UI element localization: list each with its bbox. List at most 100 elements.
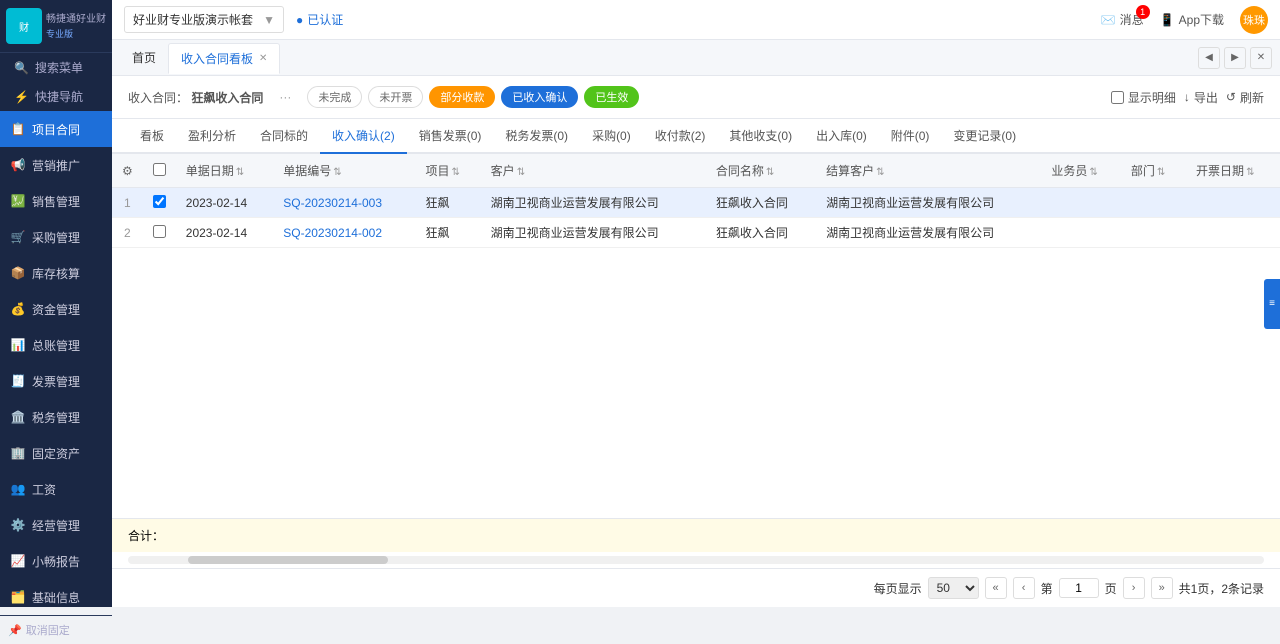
- marketing-icon: 📢: [8, 155, 28, 175]
- row-select-checkbox[interactable]: [153, 225, 166, 238]
- scroll-thumb[interactable]: [188, 556, 388, 564]
- hr-icon: 👥: [8, 479, 28, 499]
- close-icon[interactable]: ✕: [259, 53, 267, 64]
- company-selector[interactable]: 好业财专业版演示帐套 ▼: [124, 6, 284, 33]
- show-detail-input[interactable]: [1111, 91, 1124, 104]
- logo-icon: 财: [6, 8, 42, 44]
- row-salesperson: [1041, 188, 1121, 218]
- row-department: [1121, 218, 1186, 248]
- row-code-link[interactable]: SQ-20230214-002: [283, 226, 382, 240]
- tab-income-contract[interactable]: 收入合同看板 ✕: [168, 43, 280, 74]
- col-contract: 合同名称⇅: [706, 154, 816, 188]
- prev-page-button[interactable]: ‹: [1013, 577, 1035, 599]
- sidebar-item-sales[interactable]: 💹 销售管理: [0, 183, 112, 219]
- tab-next-button[interactable]: ▶: [1224, 47, 1246, 69]
- tab-change-log[interactable]: 变更记录(0): [941, 119, 1028, 154]
- col-salesperson: 业务员⇅: [1041, 154, 1121, 188]
- sidebar: 财 畅捷通好业财 专业版 🔍 搜索菜单 ⚡ 快捷导航 📋 项目合同 📢 营销推广…: [0, 0, 112, 607]
- chevron-down-icon: ▼: [263, 13, 275, 27]
- sidebar-item-project[interactable]: 📋 项目合同: [0, 111, 112, 147]
- first-page-button[interactable]: «: [985, 577, 1007, 599]
- col-settings[interactable]: ⚙: [112, 154, 143, 188]
- status-no-invoice[interactable]: 未开票: [368, 86, 423, 108]
- sidebar-item-hr[interactable]: 👥 工资: [0, 471, 112, 507]
- project-icon: 📋: [8, 119, 28, 139]
- tab-kanban[interactable]: 看板: [128, 119, 176, 154]
- row-code-link[interactable]: SQ-20230214-003: [283, 196, 382, 210]
- tab-subject[interactable]: 合同标的: [248, 119, 320, 154]
- sidebar-bottom: 📌 取消固定: [0, 615, 112, 644]
- tab-purchase[interactable]: 采购(0): [580, 119, 643, 154]
- status-incomplete[interactable]: 未完成: [307, 86, 362, 108]
- main-area: 好业财专业版演示帐套 ▼ 已认证 ✉️ 1 消息 📱 App下载 珠珠 首页: [112, 0, 1280, 607]
- sales-icon: 💹: [8, 191, 28, 211]
- next-page-button[interactable]: ›: [1123, 577, 1145, 599]
- tab-payment[interactable]: 收付款(2): [643, 119, 718, 154]
- contract-actions: 显示明细 ↓ 导出 ↺ 刷新: [1111, 89, 1264, 106]
- sidebar-item-tax[interactable]: 🏛️ 税务管理: [0, 399, 112, 435]
- sidebar-item-purchase[interactable]: 🛒 采购管理: [0, 219, 112, 255]
- row-department: [1121, 188, 1186, 218]
- inventory-icon: 📦: [8, 263, 28, 283]
- side-panel-toggle[interactable]: ≡: [1264, 279, 1280, 329]
- page-number-input[interactable]: [1059, 578, 1099, 598]
- user-avatar[interactable]: 珠珠: [1240, 6, 1268, 34]
- per-page-select[interactable]: 50 100 200: [928, 577, 979, 599]
- sidebar-item-summary[interactable]: 📊 总账管理: [0, 327, 112, 363]
- tab-warehouse[interactable]: 出入库(0): [804, 119, 879, 154]
- tax-icon: 🏛️: [8, 407, 28, 427]
- sidebar-item-invoice[interactable]: 🧾 发票管理: [0, 363, 112, 399]
- tab-tax-invoice[interactable]: 税务发票(0): [493, 119, 580, 154]
- tab-prev-button[interactable]: ◀: [1198, 47, 1220, 69]
- sidebar-item-base[interactable]: 🗂️ 基础信息: [0, 579, 112, 615]
- select-all-checkbox[interactable]: [153, 163, 166, 176]
- contract-label: 收入合同： 狂飙收入合同: [128, 89, 263, 106]
- horizontal-scrollbar[interactable]: [128, 556, 1264, 564]
- page-label: 第: [1041, 580, 1053, 597]
- table-row[interactable]: 2 2023-02-14 SQ-20230214-002 狂飙 湖南卫视商业运营…: [112, 218, 1280, 248]
- capital-icon: 💰: [8, 299, 28, 319]
- pin-button[interactable]: 📌 取消固定: [0, 616, 112, 644]
- tab-home[interactable]: 首页: [120, 43, 168, 72]
- table-row[interactable]: 1 2023-02-14 SQ-20230214-003 狂飙 湖南卫视商业运营…: [112, 188, 1280, 218]
- status-income-confirmed[interactable]: 已收入确认: [501, 86, 578, 108]
- tab-other-income[interactable]: 其他收支(0): [717, 119, 804, 154]
- total-records: 共1页，2条记录: [1179, 580, 1264, 597]
- sidebar-item-report[interactable]: 📈 小畅报告: [0, 543, 112, 579]
- message-button[interactable]: ✉️ 1 消息: [1101, 11, 1144, 28]
- contract-more-button[interactable]: ···: [279, 90, 291, 104]
- sidebar-item-assets[interactable]: 🏢 固定资产: [0, 435, 112, 471]
- status-buttons: 未完成 未开票 部分收款 已收入确认 已生效: [307, 86, 639, 108]
- row-project: 狂飙: [416, 218, 481, 248]
- search-menu[interactable]: 🔍 搜索菜单: [0, 53, 112, 82]
- col-code: 单据编号⇅: [273, 154, 415, 188]
- sidebar-item-capital[interactable]: 💰 资金管理: [0, 291, 112, 327]
- tab-sales-invoice[interactable]: 销售发票(0): [407, 119, 494, 154]
- invoice-icon: 🧾: [8, 371, 28, 391]
- last-page-button[interactable]: »: [1151, 577, 1173, 599]
- tab-income-confirm[interactable]: 收入确认(2): [320, 119, 407, 154]
- pagination: 每页显示 50 100 200 « ‹ 第 页 › » 共1页，2条记录: [112, 568, 1280, 607]
- pin-icon: 📌: [8, 624, 22, 637]
- quick-nav[interactable]: ⚡ 快捷导航: [0, 82, 112, 111]
- app-download-button[interactable]: 📱 App下载: [1160, 11, 1224, 28]
- phone-icon: 📱: [1160, 13, 1175, 27]
- tabbar: 首页 收入合同看板 ✕ ◀ ▶ ✕: [112, 40, 1280, 76]
- tab-profit[interactable]: 盈利分析: [176, 119, 248, 154]
- sidebar-item-operation[interactable]: ⚙️ 经营管理: [0, 507, 112, 543]
- refresh-button[interactable]: ↺ 刷新: [1226, 89, 1264, 106]
- topbar: 好业财专业版演示帐套 ▼ 已认证 ✉️ 1 消息 📱 App下载 珠珠: [112, 0, 1280, 40]
- row-select-checkbox[interactable]: [153, 195, 166, 208]
- show-detail-checkbox[interactable]: 显示明细: [1111, 89, 1176, 106]
- col-customer: 客户⇅: [481, 154, 706, 188]
- tab-attachment[interactable]: 附件(0): [879, 119, 942, 154]
- sidebar-item-inventory[interactable]: 📦 库存核算: [0, 255, 112, 291]
- status-partial-payment[interactable]: 部分收款: [429, 86, 495, 108]
- table-container: ⚙ 单据日期⇅ 单据编号⇅ 项目⇅ 客户⇅ 合同名称⇅ 结算客户⇅ 业务员⇅ 部…: [112, 154, 1280, 518]
- row-contract: 狂飙收入合同: [706, 188, 816, 218]
- sidebar-item-marketing[interactable]: 📢 营销推广: [0, 147, 112, 183]
- tab-close-all-button[interactable]: ✕: [1250, 47, 1272, 69]
- export-icon: ↓: [1184, 90, 1190, 104]
- export-button[interactable]: ↓ 导出: [1184, 89, 1218, 106]
- status-effective[interactable]: 已生效: [584, 86, 639, 108]
